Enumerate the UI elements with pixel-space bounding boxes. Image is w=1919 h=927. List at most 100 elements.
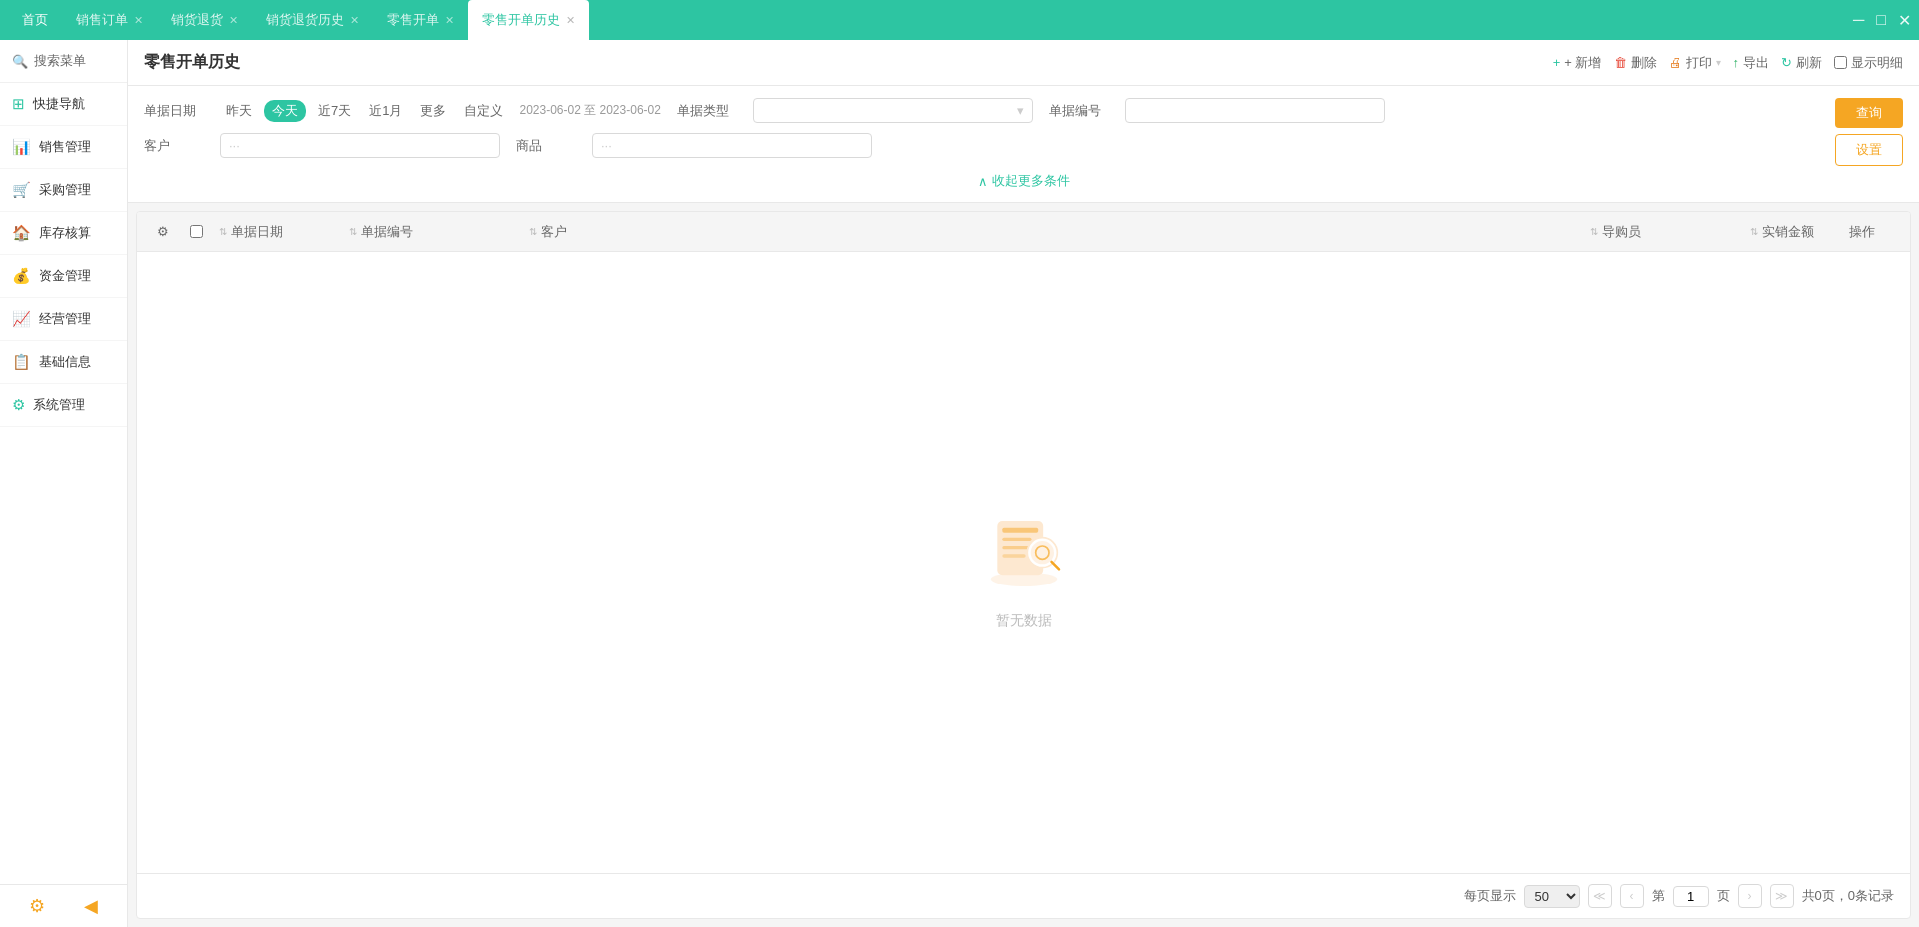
collapse-label: 收起更多条件 [992,172,1070,190]
th-order-label: 单据编号 [361,223,413,241]
customer-label: 客户 [144,137,204,155]
refresh-button[interactable]: ↻ 刷新 [1781,54,1822,72]
th-customer-label: 客户 [541,223,567,241]
add-icon: + [1553,55,1561,70]
empty-illustration [974,496,1074,596]
display-detail-input[interactable] [1834,56,1847,69]
tab-sales-return-close[interactable]: ✕ [229,14,238,27]
export-icon: ↑ [1733,55,1740,70]
doc-no-input[interactable] [1125,98,1385,123]
operation-icon: 📈 [12,310,31,328]
tab-home[interactable]: 首页 [8,0,62,40]
th-amount-sort-icon: ⇅ [1750,227,1758,237]
add-label: + 新增 [1564,54,1601,72]
doc-type-label: 单据类型 [677,102,737,120]
first-page-btn[interactable]: ≪ [1588,884,1612,908]
date-opt-more[interactable]: 更多 [414,100,452,122]
th-guide[interactable]: ⇅ 导购员 [1582,223,1702,241]
tab-sales-order[interactable]: 销售订单 ✕ [62,0,157,40]
th-order-no[interactable]: ⇅ 单据编号 [341,223,521,241]
tab-sales-return-history-close[interactable]: ✕ [350,14,359,27]
sidebar-search[interactable]: 🔍 搜索菜单 [0,40,127,83]
print-button[interactable]: 🖨 打印 ▾ [1669,54,1721,72]
finance-icon: 💰 [12,267,31,285]
svg-rect-3 [1002,537,1031,540]
sidebar-item-operation[interactable]: 📈 经营管理 [0,298,127,341]
filter-row-2: 客户 ··· 商品 ··· [144,133,1827,158]
customer-input[interactable]: ··· [220,133,500,158]
tab-retail-open-history-close[interactable]: ✕ [566,14,575,27]
last-page-btn[interactable]: ≫ [1770,884,1794,908]
tab-sales-return-history[interactable]: 销货退货历史 ✕ [252,0,373,40]
sidebar-item-purchase-mgmt-label: 采购管理 [39,181,91,199]
goods-input[interactable]: ··· [592,133,872,158]
page-header: 零售开单历史 + + 新增 🗑 删除 🖨 打印 ▾ ↑ 导出 [128,40,1919,86]
sidebar-item-inventory[interactable]: 🏠 库存核算 [0,212,127,255]
sidebar: 🔍 搜索菜单 ⊞ 快捷导航 📊 销售管理 🛒 采购管理 🏠 库存核算 💰 资金管… [0,40,128,927]
top-tabbar: 首页 销售订单 ✕ 销货退货 ✕ 销货退货历史 ✕ 零售开单 ✕ 零售开单历史 … [0,0,1919,40]
filter-row-1: 单据日期 昨天 今天 近7天 近1月 更多 自定义 2023-06-02 至 2… [144,98,1827,123]
minimize-icon[interactable]: ─ [1853,11,1864,29]
date-opt-last1month[interactable]: 近1月 [363,100,408,122]
sidebar-item-operation-label: 经营管理 [39,310,91,328]
delete-button[interactable]: 🗑 删除 [1614,54,1657,72]
prev-page-btn[interactable]: ‹ [1620,884,1644,908]
page-title: 零售开单历史 [144,52,240,73]
th-amount[interactable]: ⇅ 实销金额 [1702,223,1822,241]
date-range-text: 2023-06-02 至 2023-06-02 [519,102,660,119]
page-number-input[interactable] [1673,886,1709,907]
page-size-select[interactable]: 20 50 100 [1524,885,1580,908]
sidebar-item-sales-mgmt[interactable]: 📊 销售管理 [0,126,127,169]
query-button[interactable]: 查询 [1835,98,1903,128]
th-date[interactable]: ⇅ 单据日期 [211,223,341,241]
date-opt-today[interactable]: 今天 [264,100,306,122]
tab-retail-open[interactable]: 零售开单 ✕ [373,0,468,40]
svg-rect-2 [1002,527,1038,532]
th-customer[interactable]: ⇅ 客户 [521,223,1582,241]
export-button[interactable]: ↑ 导出 [1733,54,1770,72]
page-label: 第 [1652,887,1665,905]
sidebar-collapse-icon[interactable]: ◀ [84,895,98,917]
th-date-label: 单据日期 [231,223,283,241]
doc-type-select[interactable]: ▾ [753,98,1033,123]
tab-retail-open-history[interactable]: 零售开单历史 ✕ [468,0,589,40]
th-date-sort-icon: ⇅ [219,227,227,237]
date-opt-yesterday[interactable]: 昨天 [220,100,258,122]
per-page-label: 每页显示 [1464,887,1516,905]
sidebar-settings-icon[interactable]: ⚙ [29,895,45,917]
select-all-checkbox[interactable] [190,225,203,238]
sidebar-item-base-info[interactable]: 📋 基础信息 [0,341,127,384]
search-icon: 🔍 [12,54,28,69]
sidebar-item-finance-label: 资金管理 [39,267,91,285]
tab-sales-order-close[interactable]: ✕ [134,14,143,27]
sidebar-item-quick-nav[interactable]: ⊞ 快捷导航 [0,83,127,126]
inventory-icon: 🏠 [12,224,31,242]
sidebar-item-system[interactable]: ⚙ 系统管理 [0,384,127,427]
settings-button[interactable]: 设置 [1835,134,1903,166]
add-button[interactable]: + + 新增 [1553,54,1602,72]
sidebar-item-purchase-mgmt[interactable]: 🛒 采购管理 [0,169,127,212]
svg-line-8 [1051,561,1059,569]
print-label: 打印 [1686,54,1712,72]
total-text: 共0页，0条记录 [1802,887,1894,905]
sidebar-item-quick-nav-label: 快捷导航 [33,95,85,113]
tab-retail-open-close[interactable]: ✕ [445,14,454,27]
sidebar-search-label: 搜索菜单 [34,52,86,70]
th-settings[interactable]: ⚙ [145,224,181,239]
tab-retail-open-label: 零售开单 [387,11,439,29]
tab-sales-return[interactable]: 销货退货 ✕ [157,0,252,40]
date-filter-label: 单据日期 [144,102,204,120]
collapse-btn[interactable]: ∧ 收起更多条件 [978,172,1070,190]
date-opt-last7[interactable]: 近7天 [312,100,357,122]
th-checkbox[interactable] [181,225,211,238]
sidebar-item-finance[interactable]: 💰 资金管理 [0,255,127,298]
svg-point-7 [1030,541,1053,564]
maximize-icon[interactable]: □ [1876,11,1886,29]
date-opt-custom[interactable]: 自定义 [458,100,509,122]
base-info-icon: 📋 [12,353,31,371]
display-detail-checkbox[interactable]: 显示明细 [1834,54,1903,72]
sales-mgmt-icon: 📊 [12,138,31,156]
next-page-btn[interactable]: › [1738,884,1762,908]
delete-icon: 🗑 [1614,55,1627,70]
close-icon[interactable]: ✕ [1898,11,1911,30]
